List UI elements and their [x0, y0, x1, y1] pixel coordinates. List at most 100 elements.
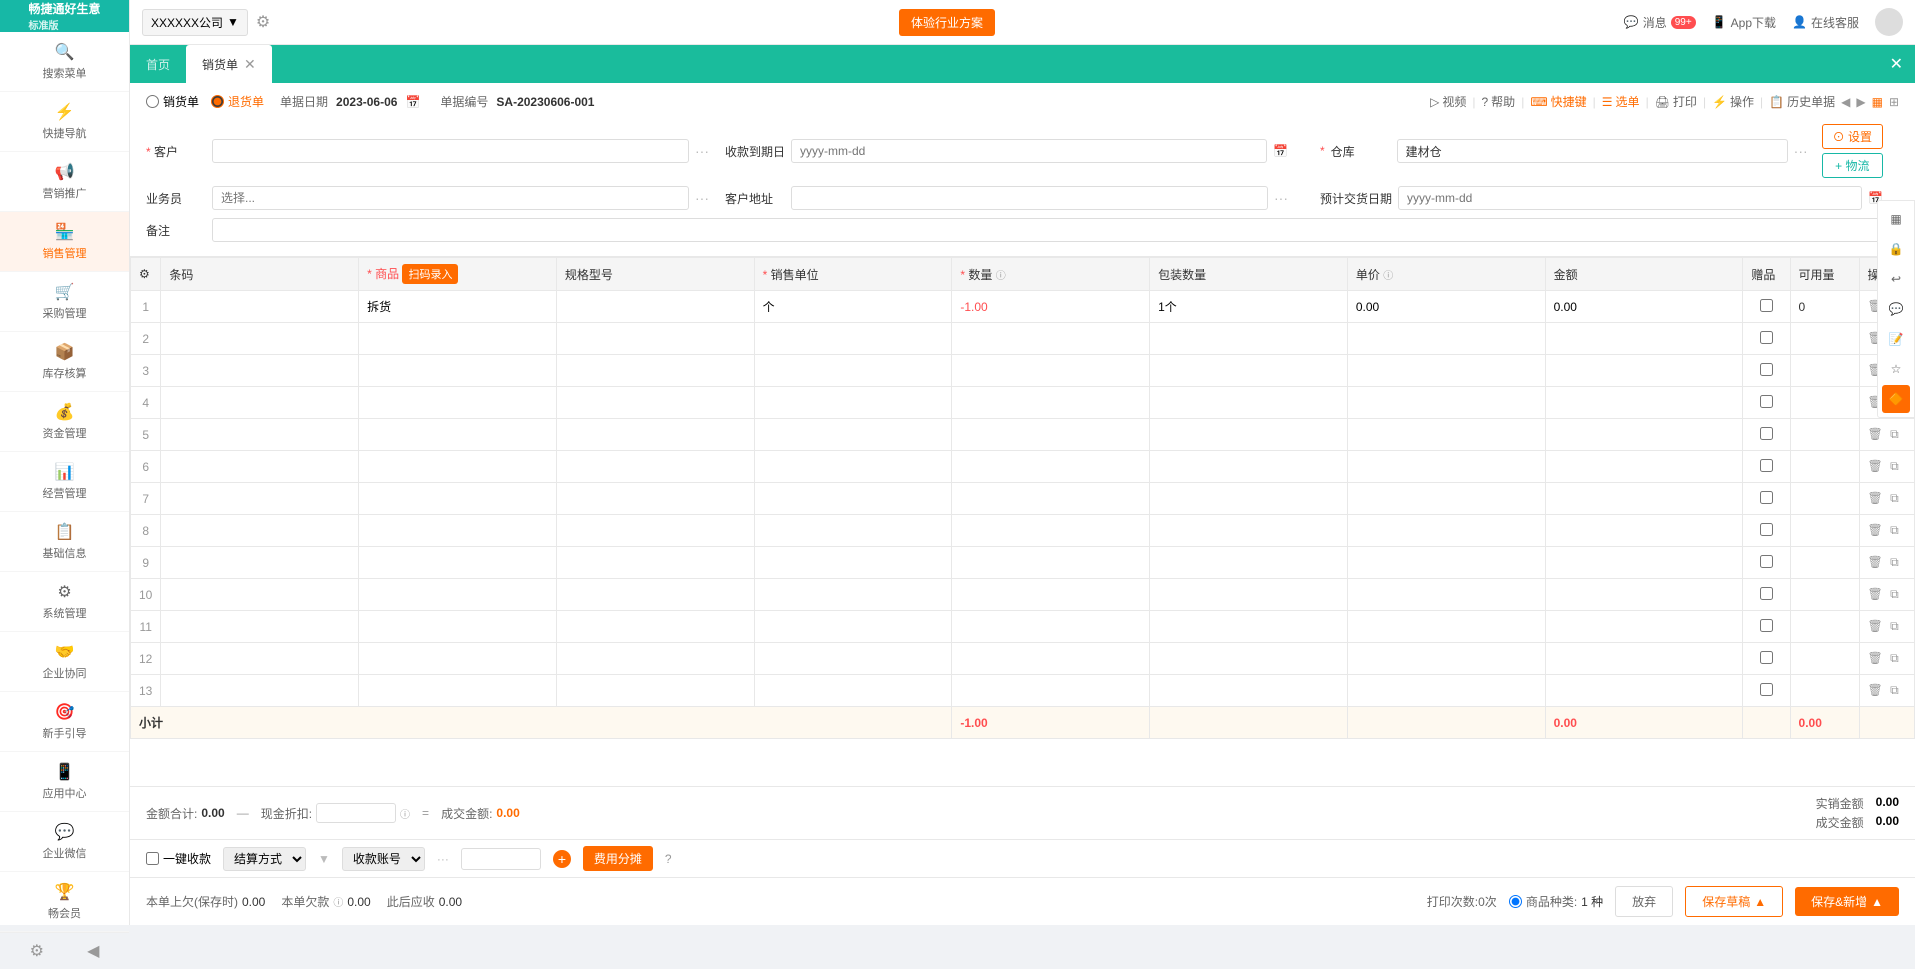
delete-row-btn-8[interactable]: 🗑: [1868, 523, 1883, 537]
customer-address-input[interactable]: [791, 186, 1268, 210]
owe-info-icon[interactable]: ⓘ: [333, 894, 343, 909]
spec-cell-4[interactable]: [556, 387, 754, 419]
nav-next-icon[interactable]: ▶: [1856, 95, 1865, 109]
delete-row-btn-12[interactable]: 🗑: [1868, 651, 1883, 665]
spec-cell-2[interactable]: [556, 323, 754, 355]
qty-cell-8[interactable]: [952, 515, 1150, 547]
unit-cell-7[interactable]: [754, 483, 952, 515]
sidebar-item-10[interactable]: 🤝企业协同: [0, 632, 129, 692]
tab-close-icon[interactable]: ✕: [244, 56, 256, 73]
unit-cell-9[interactable]: [754, 547, 952, 579]
barcode-cell-13[interactable]: [161, 675, 359, 707]
select-order-btn[interactable]: ☰ 选单: [1602, 93, 1640, 110]
pkg-qty-cell-13[interactable]: [1150, 675, 1348, 707]
product-cell-4[interactable]: [359, 387, 557, 419]
gift-cell-9[interactable]: [1743, 547, 1790, 579]
qty-cell-9[interactable]: [952, 547, 1150, 579]
unit-price-cell-8[interactable]: [1347, 515, 1545, 547]
spec-cell-13[interactable]: [556, 675, 754, 707]
qty-cell-13[interactable]: [952, 675, 1150, 707]
copy-row-btn-13[interactable]: ⧉: [1890, 683, 1899, 697]
qty-cell-3[interactable]: [952, 355, 1150, 387]
barcode-cell-5[interactable]: [161, 419, 359, 451]
sidebar-item-9[interactable]: ⚙系统管理: [0, 572, 129, 632]
pkg-qty-cell-1[interactable]: [1150, 291, 1348, 323]
settings-btn[interactable]: ⊙ 设置: [1822, 124, 1883, 149]
qty-cell-5[interactable]: [952, 419, 1150, 451]
gift-cell-13[interactable]: [1743, 675, 1790, 707]
sidebar-item-13[interactable]: 💬企业微信: [0, 812, 129, 872]
app-download-btn[interactable]: 📱 App下载: [1712, 14, 1776, 31]
qty-cell-12[interactable]: [952, 643, 1150, 675]
delete-row-btn-11[interactable]: 🗑: [1868, 619, 1883, 633]
barcode-cell-12[interactable]: [161, 643, 359, 675]
copy-row-btn-11[interactable]: ⧉: [1890, 619, 1899, 633]
sidebar-item-7[interactable]: 📊经营管理: [0, 452, 129, 512]
shortcut-btn[interactable]: ⌨ 快捷键: [1530, 93, 1586, 110]
unit-cell-13[interactable]: [754, 675, 952, 707]
gift-cell-3[interactable]: [1743, 355, 1790, 387]
copy-row-btn-8[interactable]: ⧉: [1890, 523, 1899, 537]
discard-btn[interactable]: 放弃: [1615, 886, 1673, 917]
payment-method-select[interactable]: 结算方式: [223, 847, 306, 871]
gift-cell-10[interactable]: [1743, 579, 1790, 611]
unit-price-cell-11[interactable]: [1347, 611, 1545, 643]
unit-price-cell-3[interactable]: [1347, 355, 1545, 387]
payment-amount-input[interactable]: [461, 848, 541, 870]
fee-split-btn[interactable]: 费用分摊: [583, 846, 653, 871]
spec-cell-10[interactable]: [556, 579, 754, 611]
payment-account-select[interactable]: 收款账号: [342, 847, 425, 871]
amount-cell-2[interactable]: [1545, 323, 1743, 355]
barcode-cell-7[interactable]: [161, 483, 359, 515]
spec-cell-12[interactable]: [556, 643, 754, 675]
radio-return-order[interactable]: 退货单: [211, 93, 264, 110]
payment-date-calendar-icon[interactable]: 📅: [1273, 144, 1288, 158]
pkg-qty-cell-7[interactable]: [1150, 483, 1348, 515]
delete-row-btn-7[interactable]: 🗑: [1868, 491, 1883, 505]
online-service-btn[interactable]: 👤 在线客服: [1792, 14, 1859, 31]
amount-cell-3[interactable]: [1545, 355, 1743, 387]
product-cell-12[interactable]: [359, 643, 557, 675]
barcode-cell-6[interactable]: [161, 451, 359, 483]
copy-row-btn-5[interactable]: ⧉: [1890, 427, 1899, 441]
salesperson-input[interactable]: [212, 186, 689, 210]
payment-date-input[interactable]: [791, 139, 1267, 163]
qty-cell-1[interactable]: [952, 291, 1150, 323]
delete-row-btn-5[interactable]: 🗑: [1868, 427, 1883, 441]
barcode-cell-1[interactable]: [161, 291, 359, 323]
sidebar-item-5[interactable]: 📦库存核算: [0, 332, 129, 392]
amount-cell-1[interactable]: [1545, 291, 1743, 323]
spec-cell-1[interactable]: [556, 291, 754, 323]
print-btn[interactable]: 🖨 打印: [1655, 93, 1697, 110]
right-tool-lock[interactable]: 🔒: [1882, 235, 1910, 263]
company-selector[interactable]: XXXXXX公司 ▼: [142, 9, 248, 36]
grid-view-icon[interactable]: ⊞: [1889, 95, 1899, 109]
product-cell-10[interactable]: [359, 579, 557, 611]
notes-input[interactable]: [212, 218, 1899, 242]
spec-cell-9[interactable]: [556, 547, 754, 579]
copy-row-btn-6[interactable]: ⧉: [1890, 459, 1899, 473]
amount-cell-5[interactable]: [1545, 419, 1743, 451]
product-cell-7[interactable]: [359, 483, 557, 515]
qty-cell-7[interactable]: [952, 483, 1150, 515]
customer-dots-btn[interactable]: ···: [695, 143, 709, 159]
discount-input[interactable]: [316, 803, 396, 823]
unit-cell-3[interactable]: [754, 355, 952, 387]
gift-cell-1[interactable]: [1743, 291, 1790, 323]
collapse-icon[interactable]: ◀: [87, 941, 99, 961]
unit-price-cell-5[interactable]: [1347, 419, 1545, 451]
copy-row-btn-10[interactable]: ⧉: [1890, 587, 1899, 601]
amount-cell-12[interactable]: [1545, 643, 1743, 675]
unit-price-cell-6[interactable]: [1347, 451, 1545, 483]
product-type-radio[interactable]: [1509, 895, 1522, 908]
unit-price-cell-13[interactable]: [1347, 675, 1545, 707]
gift-cell-11[interactable]: [1743, 611, 1790, 643]
unit-price-cell-10[interactable]: [1347, 579, 1545, 611]
unit-cell-8[interactable]: [754, 515, 952, 547]
logistics-btn[interactable]: + 物流: [1822, 153, 1883, 178]
gift-cell-12[interactable]: [1743, 643, 1790, 675]
amount-cell-6[interactable]: [1545, 451, 1743, 483]
amount-cell-9[interactable]: [1545, 547, 1743, 579]
right-tool-comment[interactable]: 💬: [1882, 295, 1910, 323]
product-cell-1[interactable]: [359, 291, 557, 323]
